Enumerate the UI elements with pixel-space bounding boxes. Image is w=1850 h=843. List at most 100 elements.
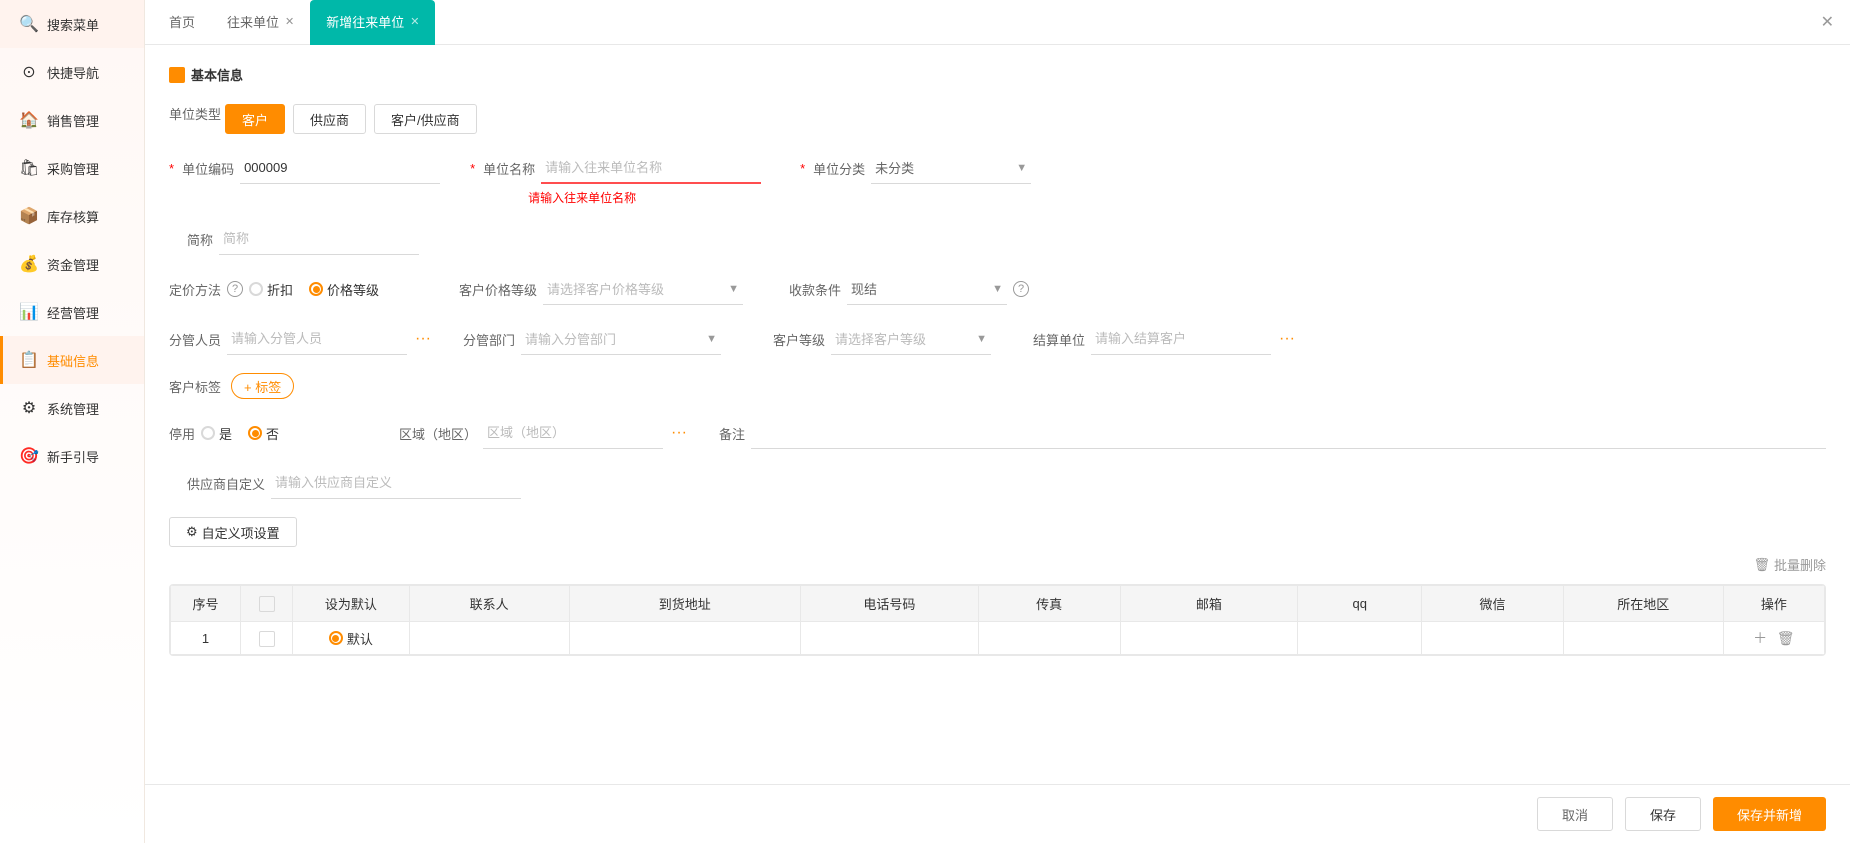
disable-no-radio[interactable] — [248, 426, 262, 440]
customer-level-select[interactable]: 请选择客户等级 ▼ — [831, 323, 991, 355]
row-checkbox[interactable] — [259, 631, 275, 647]
add-tag-btn[interactable]: + 标签 — [231, 373, 294, 399]
supplier-custom-input[interactable] — [271, 467, 521, 499]
custom-settings-label: 自定义项设置 — [202, 523, 280, 542]
custom-settings-btn[interactable]: ⚙ 自定义项设置 — [169, 517, 297, 547]
batch-delete-btn[interactable]: 🗑 批量删除 — [1753, 555, 1826, 574]
tab-home[interactable]: 首页 — [153, 0, 211, 45]
short-name-input[interactable] — [219, 223, 419, 255]
cell-email[interactable] — [1120, 622, 1298, 655]
quicknav-icon: ⊙ — [19, 62, 39, 82]
sidebar-item-purchase[interactable]: 🛍 采购管理 — [0, 144, 144, 192]
sidebar-label-guide: 新手引导 — [47, 447, 99, 466]
settlement-more-btn[interactable]: ··· — [1277, 330, 1297, 348]
sidebar-label-quicknav: 快捷导航 — [47, 63, 99, 82]
region-input[interactable] — [483, 417, 663, 449]
tab-add-unit[interactable]: 新增往来单位 ✕ — [310, 0, 435, 45]
add-row-btn[interactable]: ＋ — [1750, 628, 1770, 648]
sidebar-item-system[interactable]: ⚙ 系统管理 — [0, 384, 144, 432]
sidebar-item-sales[interactable]: 🏠 销售管理 — [0, 96, 144, 144]
email-input[interactable] — [1164, 632, 1254, 646]
save-add-button[interactable]: 保存并新增 — [1713, 797, 1826, 831]
sidebar-item-inventory[interactable]: 📦 库存核算 — [0, 192, 144, 240]
payment-help-icon[interactable]: ? — [1013, 281, 1029, 297]
payment-terms-value: 现结 — [851, 279, 988, 298]
payment-terms-arrow: ▼ — [992, 283, 1003, 295]
pricing-discount-option[interactable]: 折扣 — [249, 280, 293, 299]
col-wechat: 微信 — [1422, 586, 1564, 622]
customer-price-label: 客户价格等级 — [459, 280, 537, 299]
cell-checkbox[interactable] — [241, 622, 293, 655]
settlement-input[interactable] — [1091, 323, 1271, 355]
disable-yes-radio[interactable] — [201, 426, 215, 440]
unit-name-input[interactable] — [541, 152, 761, 184]
remark-input[interactable] — [751, 417, 1826, 449]
customer-level-group: 客户等级 请选择客户等级 ▼ — [773, 323, 1003, 355]
section-icon — [169, 67, 185, 83]
search-icon: 🔍 — [19, 14, 39, 34]
delete-row-btn[interactable]: 🗑 — [1774, 630, 1798, 647]
save-button[interactable]: 保存 — [1625, 797, 1701, 831]
unit-type-supplier-btn[interactable]: 供应商 — [293, 104, 366, 134]
short-name-group: 简称 — [187, 223, 419, 255]
sidebar-item-operations[interactable]: 📊 经营管理 — [0, 288, 144, 336]
cell-contact[interactable] — [409, 622, 569, 655]
phone-input[interactable] — [844, 632, 934, 646]
tab-add-unit-close[interactable]: ✕ — [410, 15, 419, 28]
sidebar-item-guide[interactable]: 🎯 新手引导 — [0, 432, 144, 480]
cancel-button[interactable]: 取消 — [1537, 797, 1613, 831]
department-select[interactable]: 请输入分管部门 ▼ — [521, 323, 721, 355]
pricing-help-icon[interactable]: ? — [227, 281, 243, 297]
cell-fax[interactable] — [978, 622, 1120, 655]
tab-unit-list-close[interactable]: ✕ — [285, 15, 294, 28]
sidebar-item-search[interactable]: 🔍 搜索菜单 — [0, 0, 144, 48]
sidebar-item-quick-nav[interactable]: ⊙ 快捷导航 — [0, 48, 144, 96]
contact-table-container: 序号 设为默认 联系人 到货地址 电话号码 传真 邮箱 qq 微信 所在地区 操… — [169, 584, 1826, 656]
system-icon: ⚙ — [19, 398, 39, 418]
table-header-checkbox[interactable] — [259, 596, 275, 612]
cell-phone[interactable] — [801, 622, 979, 655]
pricing-level-option[interactable]: 价格等级 — [309, 280, 379, 299]
cell-address[interactable] — [569, 622, 801, 655]
default-radio[interactable] — [329, 631, 343, 645]
disable-yes-option[interactable]: 是 — [201, 424, 232, 443]
tab-bar-global-close[interactable]: ✕ — [1813, 12, 1842, 32]
manager-input[interactable] — [227, 323, 407, 355]
remark-group: 备注 — [719, 417, 1826, 449]
tab-bar: 首页 往来单位 ✕ 新增往来单位 ✕ ✕ — [145, 0, 1850, 45]
disable-label: 停用 — [169, 424, 195, 443]
unit-category-select[interactable]: 未分类 ▼ — [871, 152, 1031, 184]
wechat-input[interactable] — [1458, 632, 1528, 646]
customer-level-arrow: ▼ — [976, 333, 987, 345]
cell-default[interactable]: 默认 — [293, 622, 410, 655]
pricing-row: 定价方法 ? 折扣 价格等级 客户价格等级 请选择客户价格等级 — [169, 273, 1826, 305]
pricing-level-radio[interactable] — [309, 282, 323, 296]
pricing-discount-radio[interactable] — [249, 282, 263, 296]
unit-type-both-btn[interactable]: 客户/供应商 — [374, 104, 477, 134]
region-more-btn[interactable]: ··· — [669, 424, 689, 442]
col-checkbox[interactable] — [241, 586, 293, 622]
payment-terms-label: 收款条件 — [789, 280, 841, 299]
unit-code-input[interactable] — [240, 152, 440, 184]
manager-more-btn[interactable]: ··· — [413, 330, 433, 348]
cell-region[interactable] — [1563, 622, 1723, 655]
sidebar-item-finance[interactable]: 💰 资金管理 — [0, 240, 144, 288]
address-input[interactable] — [625, 632, 745, 646]
sidebar-item-basic-info[interactable]: 📋 基础信息 — [0, 336, 144, 384]
cell-wechat[interactable] — [1422, 622, 1564, 655]
disable-no-option[interactable]: 否 — [248, 424, 279, 443]
fax-input[interactable] — [1014, 632, 1084, 646]
default-radio-item[interactable]: 默认 — [297, 629, 405, 648]
customer-price-arrow: ▼ — [728, 283, 739, 295]
tab-unit-list[interactable]: 往来单位 ✕ — [211, 0, 310, 45]
qq-input[interactable] — [1330, 632, 1390, 646]
region-table-input[interactable] — [1603, 632, 1683, 646]
col-address: 到货地址 — [569, 586, 801, 622]
disable-yes-label: 是 — [219, 424, 232, 443]
unit-type-customer-btn[interactable]: 客户 — [225, 104, 285, 134]
payment-terms-select[interactable]: 现结 ▼ — [847, 273, 1007, 305]
cell-qq[interactable] — [1298, 622, 1422, 655]
contact-input[interactable] — [449, 632, 529, 646]
customer-price-select[interactable]: 请选择客户价格等级 ▼ — [543, 273, 743, 305]
finance-icon: 💰 — [19, 254, 39, 274]
